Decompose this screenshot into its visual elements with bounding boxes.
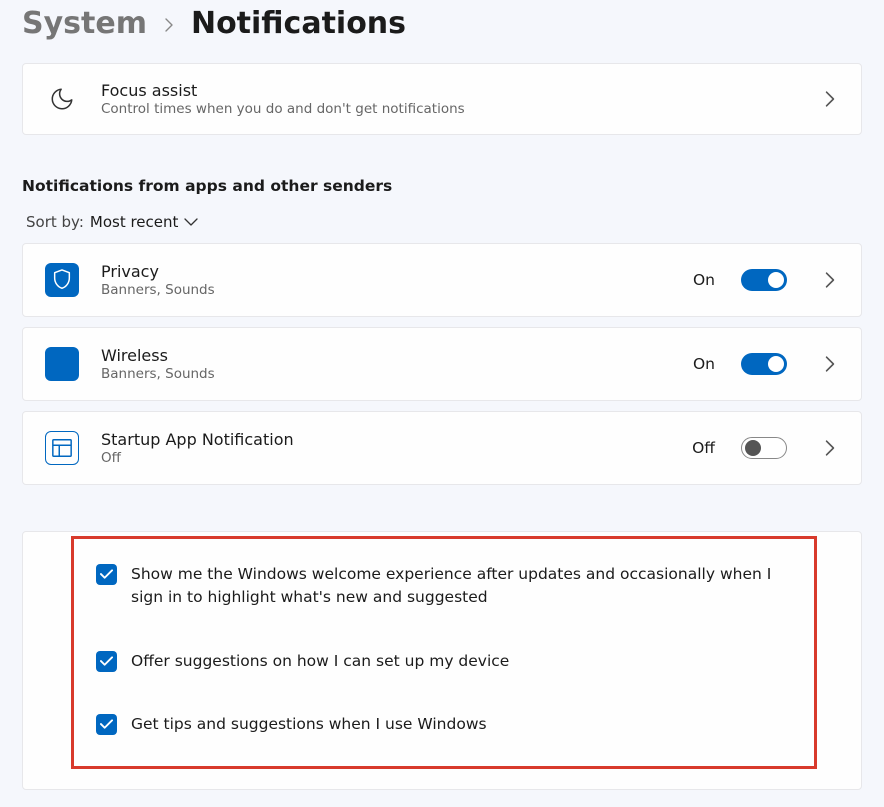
chevron-right-icon [821,90,839,108]
highlight-annotation: Show me the Windows welcome experience a… [71,536,817,769]
additional-options-panel: Show me the Windows welcome experience a… [22,531,862,790]
option-tips-suggestions[interactable]: Get tips and suggestions when I use Wind… [96,701,792,748]
app-row-startup[interactable]: Startup App Notification Off Off [22,411,862,485]
shield-icon [45,263,79,297]
chevron-right-icon [163,13,175,38]
checkbox-checked-icon[interactable] [96,714,117,735]
app-name: Privacy [101,262,671,281]
chevron-right-icon [821,439,839,457]
square-icon [45,347,79,381]
app-row-privacy[interactable]: Privacy Banners, Sounds On [22,243,862,317]
toggle-status-label: On [693,355,715,373]
breadcrumb: System Notifications [22,0,862,63]
window-icon [45,431,79,465]
toggle-switch[interactable] [741,269,787,291]
chevron-down-icon [184,213,198,231]
option-label: Offer suggestions on how I can set up my… [131,650,509,673]
breadcrumb-parent[interactable]: System [22,6,147,41]
option-setup-suggestions[interactable]: Offer suggestions on how I can set up my… [96,638,792,685]
checkbox-checked-icon[interactable] [96,651,117,672]
app-detail: Banners, Sounds [101,366,671,382]
checkbox-checked-icon[interactable] [96,564,117,585]
focus-assist-title: Focus assist [101,81,799,100]
option-label: Show me the Windows welcome experience a… [131,563,792,610]
sort-by-dropdown[interactable]: Sort by: Most recent [22,213,862,243]
toggle-switch[interactable] [741,353,787,375]
chevron-right-icon [821,271,839,289]
option-welcome-experience[interactable]: Show me the Windows welcome experience a… [96,551,792,622]
breadcrumb-current: Notifications [191,6,406,41]
section-heading-apps: Notifications from apps and other sender… [22,177,862,195]
app-detail: Banners, Sounds [101,282,671,298]
sort-by-value: Most recent [90,213,179,231]
app-name: Startup App Notification [101,430,670,449]
focus-assist-subtitle: Control times when you do and don't get … [101,101,799,117]
chevron-right-icon [821,355,839,373]
app-row-wireless[interactable]: Wireless Banners, Sounds On [22,327,862,401]
app-name: Wireless [101,346,671,365]
focus-assist-row[interactable]: Focus assist Control times when you do a… [22,63,862,135]
sort-by-label: Sort by: [26,213,84,231]
moon-icon [45,82,79,116]
app-notifications-list: Privacy Banners, Sounds On Wireless Bann… [22,243,862,485]
toggle-status-label: On [693,271,715,289]
toggle-status-label: Off [692,439,715,457]
app-detail: Off [101,450,670,466]
toggle-switch[interactable] [741,437,787,459]
option-label: Get tips and suggestions when I use Wind… [131,713,487,736]
